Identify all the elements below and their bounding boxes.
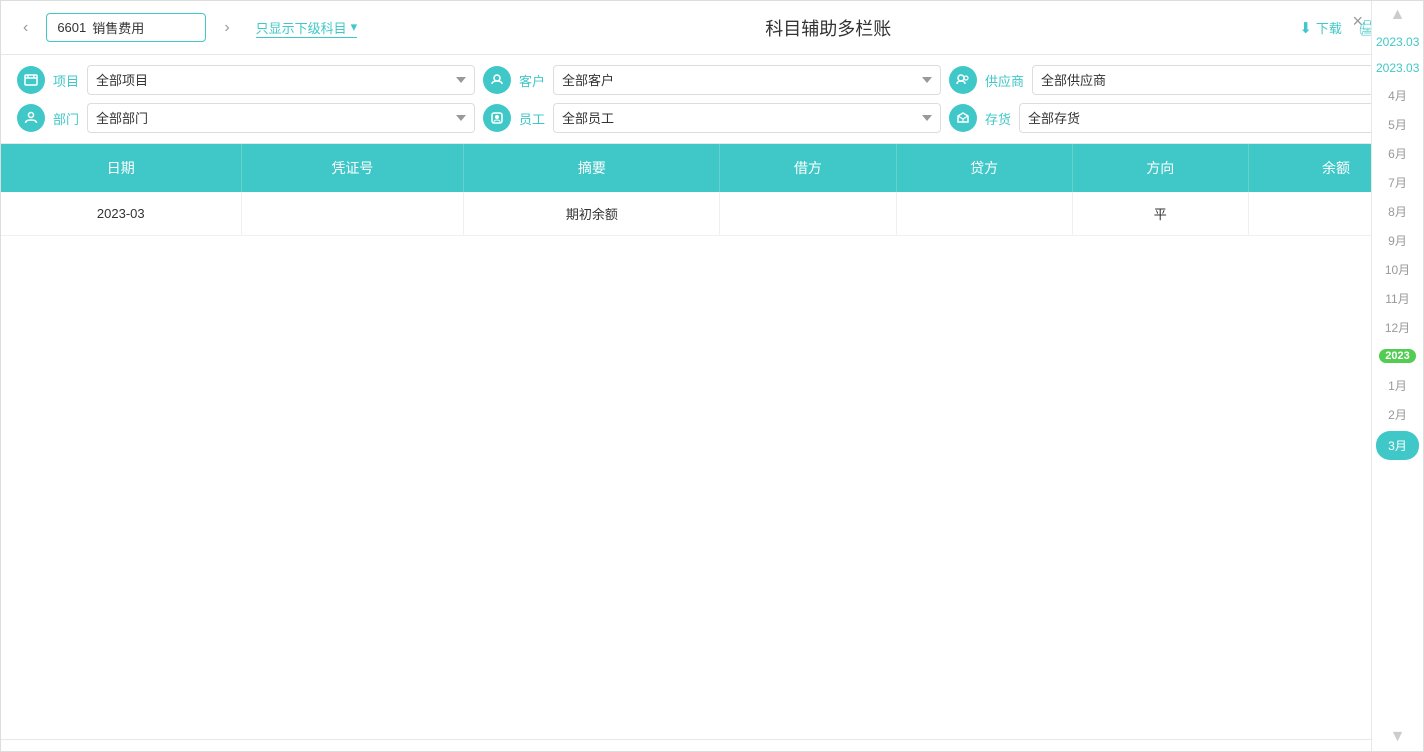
timeline-item-2[interactable]: 2月	[1372, 400, 1423, 429]
cell-debit	[720, 192, 896, 236]
data-table: 日期 凭证号 摘要 借方 贷方 方向 余额 2023-03	[1, 144, 1423, 236]
supplier-icon	[949, 66, 977, 94]
download-button[interactable]: ⬇ 下载	[1299, 18, 1342, 37]
col-credit: 贷方	[896, 144, 1072, 192]
timeline-scroll-down[interactable]: ▼	[1372, 723, 1423, 751]
timeline-item-8[interactable]: 8月	[1372, 197, 1423, 226]
filter-department: 部门 全部部门	[17, 103, 475, 133]
timeline-item-3-active[interactable]: 3月	[1376, 431, 1419, 460]
employee-icon	[483, 104, 511, 132]
scroll-down-icon: ▼	[1390, 728, 1406, 746]
timeline-list: 2023.03 2023.03 4月 5月 6月 7月 8月 9月 10月 11…	[1372, 144, 1423, 723]
supplier-label: 供应商	[985, 71, 1024, 90]
inventory-select[interactable]: 全部存货	[1019, 103, 1407, 133]
filter-customer: 客户 全部客户	[483, 65, 941, 95]
timeline-panel: ▲ 2023.03 2023.03 4月 5月 6月 7月 8月 9月 10月 …	[1371, 144, 1423, 751]
download-label: 下载	[1316, 18, 1342, 37]
show-sub-label: 只显示下级科目	[256, 18, 347, 37]
account-name-value: 销售费用	[92, 18, 144, 37]
show-sub-dropdown-icon: ▾	[351, 19, 358, 35]
cell-summary: 期初余额	[464, 192, 720, 236]
cell-credit	[896, 192, 1072, 236]
content-area: 日期 凭证号 摘要 借方 贷方 方向 余额 2023-03	[1, 144, 1423, 751]
table-container[interactable]: 日期 凭证号 摘要 借方 贷方 方向 余额 2023-03	[1, 144, 1423, 739]
inventory-icon	[949, 104, 977, 132]
horizontal-scrollbar[interactable]	[1, 739, 1423, 751]
filter-supplier: 供应商 全部供应商	[949, 65, 1407, 95]
inventory-label: 存货	[985, 109, 1011, 128]
timeline-year-2023[interactable]: 2023	[1372, 342, 1423, 371]
timeline-item-6[interactable]: 6月	[1372, 144, 1423, 168]
filter-inventory: 存货 全部存货	[949, 103, 1407, 133]
download-icon: ⬇	[1299, 19, 1312, 37]
department-icon	[17, 104, 45, 132]
filter-bar: 项目 全部项目 客户 全部客户	[1, 55, 1423, 144]
employee-select[interactable]: 全部员工	[553, 103, 941, 133]
timeline-item-12[interactable]: 12月	[1372, 313, 1423, 342]
cell-date: 2023-03	[1, 192, 241, 236]
department-label: 部门	[53, 109, 79, 128]
col-direction: 方向	[1072, 144, 1248, 192]
timeline-item-11[interactable]: 11月	[1372, 284, 1423, 313]
col-debit: 借方	[720, 144, 896, 192]
nav-next-button[interactable]: ›	[218, 17, 235, 39]
table-header-row: 日期 凭证号 摘要 借方 贷方 方向 余额	[1, 144, 1423, 192]
department-select[interactable]: 全部部门	[87, 103, 475, 133]
cell-voucher	[241, 192, 464, 236]
close-button[interactable]: ×	[1352, 11, 1363, 32]
customer-select[interactable]: 全部客户	[553, 65, 941, 95]
main-content: 日期 凭证号 摘要 借方 贷方 方向 余额 2023-03	[1, 144, 1423, 751]
top-bar: ‹ 6601 销售费用 › 只显示下级科目 ▾ 科目辅助多栏账 ⬇ 下载 🖨 打…	[1, 1, 1423, 55]
year-badge: 2023	[1379, 349, 1415, 363]
customer-label: 客户	[519, 71, 545, 90]
col-date: 日期	[1, 144, 241, 192]
filter-employee: 员工 全部员工	[483, 103, 941, 133]
project-label: 项目	[53, 71, 79, 90]
timeline-item-1[interactable]: 1月	[1372, 371, 1423, 400]
account-code-field[interactable]: 6601 销售费用	[46, 13, 206, 42]
project-select[interactable]: 全部项目	[87, 65, 475, 95]
timeline-item-9[interactable]: 9月	[1372, 226, 1423, 255]
timeline-item-7[interactable]: 7月	[1372, 168, 1423, 197]
col-summary: 摘要	[464, 144, 720, 192]
account-code-value: 6601	[57, 20, 86, 35]
employee-label: 员工	[519, 109, 545, 128]
table-row: 2023-03 期初余额 平	[1, 192, 1423, 236]
show-sub-button[interactable]: 只显示下级科目 ▾	[256, 18, 358, 38]
filter-project: 项目 全部项目	[17, 65, 475, 95]
nav-prev-button[interactable]: ‹	[17, 17, 34, 39]
cell-direction: 平	[1072, 192, 1248, 236]
page-title: 科目辅助多栏账	[369, 15, 1287, 41]
project-icon	[17, 66, 45, 94]
col-voucher: 凭证号	[241, 144, 464, 192]
customer-icon	[483, 66, 511, 94]
supplier-select[interactable]: 全部供应商	[1032, 65, 1407, 95]
timeline-item-10[interactable]: 10月	[1372, 255, 1423, 284]
main-window: ‹ 6601 销售费用 › 只显示下级科目 ▾ 科目辅助多栏账 ⬇ 下载 🖨 打…	[0, 0, 1424, 752]
